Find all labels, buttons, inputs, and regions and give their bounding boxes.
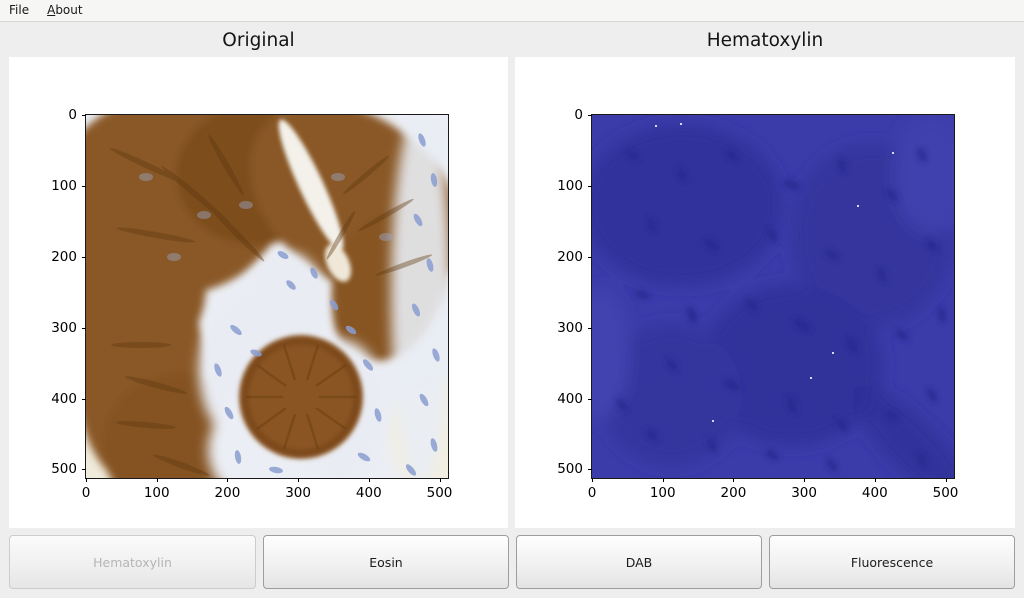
hematoxylin-button-label: Hematoxylin xyxy=(93,554,172,570)
y-tick-mark xyxy=(82,115,86,116)
panel-hematoxylin: 0 100 200 300 400 500 0 100 200 300 400 500 xyxy=(515,57,1015,528)
panel-original: 0 100 200 300 400 500 0 100 200 300 400 500 xyxy=(9,57,508,528)
x-tick-label: 100 xyxy=(649,485,676,501)
eosin-button-label: Eosin xyxy=(369,554,403,570)
hematoxylin-channel-image xyxy=(592,115,954,478)
x-tick-mark xyxy=(368,478,370,482)
y-tick-label: 100 xyxy=(51,177,77,194)
x-tick-mark xyxy=(439,478,441,482)
y-tick-label: 300 xyxy=(557,319,583,336)
x-tick-label: 500 xyxy=(932,485,959,501)
menu-file-label: File xyxy=(9,3,30,17)
x-tick-label: 0 xyxy=(587,485,597,501)
y-tick-mark xyxy=(82,469,86,471)
x-tick-label: 300 xyxy=(791,485,817,501)
x-tick-mark xyxy=(592,478,593,482)
x-tick-label: 0 xyxy=(81,485,91,501)
y-tick-label: 300 xyxy=(51,319,77,336)
y-tick-mark xyxy=(588,327,592,329)
panel-title-original: Original xyxy=(222,30,295,51)
x-tick-mark xyxy=(804,478,806,482)
y-tick-mark xyxy=(82,398,86,400)
hematoxylin-button[interactable]: Hematoxylin xyxy=(9,535,256,589)
x-tick-label: 400 xyxy=(355,485,382,501)
y-tick-label: 500 xyxy=(51,461,77,478)
x-tick-mark xyxy=(945,478,947,482)
plot: 0 100 200 300 400 500 0 100 200 300 400 500 xyxy=(51,107,452,501)
y-tick-mark xyxy=(82,185,86,187)
y-tick-mark xyxy=(82,327,86,329)
x-tick-label: 200 xyxy=(720,485,747,501)
original-ihc-tissue-image xyxy=(86,115,448,478)
menu-about-label-rest: bout xyxy=(55,3,83,17)
dab-button-label: DAB xyxy=(625,554,653,570)
y-tick-label: 0 xyxy=(68,107,77,123)
titles-row: Original Hematoxylin xyxy=(0,26,1024,56)
x-tick-mark xyxy=(298,478,300,482)
y-tick-mark xyxy=(588,185,592,187)
y-tick-label: 400 xyxy=(557,390,583,407)
x-tick-label: 400 xyxy=(861,485,888,501)
y-tick-mark xyxy=(588,115,592,116)
y-tick-mark xyxy=(588,256,592,258)
x-tick-mark xyxy=(156,478,158,482)
y-tick-mark xyxy=(82,256,86,258)
y-tick-label: 200 xyxy=(51,248,77,265)
x-tick-mark xyxy=(662,478,664,482)
y-tick-mark xyxy=(588,398,592,400)
y-tick-label: 400 xyxy=(51,390,77,407)
panel-title-hematoxylin: Hematoxylin xyxy=(706,30,824,51)
y-tick-mark xyxy=(588,469,592,471)
x-tick-mark xyxy=(874,478,876,482)
menu-item-about[interactable]: About xyxy=(38,0,92,21)
dab-button[interactable]: DAB xyxy=(516,535,762,589)
fluorescence-button[interactable]: Fluorescence xyxy=(769,535,1015,589)
x-tick-label: 200 xyxy=(214,485,241,501)
x-tick-label: 500 xyxy=(426,485,453,501)
fluorescence-button-label: Fluorescence xyxy=(850,554,934,570)
x-tick-mark xyxy=(227,478,229,482)
y-tick-label: 200 xyxy=(557,248,583,265)
x-tick-label: 100 xyxy=(143,485,170,501)
x-tick-mark xyxy=(733,478,735,482)
y-tick-label: 500 xyxy=(557,461,583,478)
eosin-button[interactable]: Eosin xyxy=(263,535,509,589)
y-tick-label: 100 xyxy=(557,177,583,194)
x-tick-mark xyxy=(86,478,87,482)
menu-item-file[interactable]: File xyxy=(0,0,38,21)
y-tick-label: 0 xyxy=(574,107,583,123)
x-tick-label: 300 xyxy=(285,485,311,501)
menubar: File About xyxy=(0,0,1024,22)
plot: 0 100 200 300 400 500 0 100 200 300 400 500 xyxy=(557,107,958,501)
